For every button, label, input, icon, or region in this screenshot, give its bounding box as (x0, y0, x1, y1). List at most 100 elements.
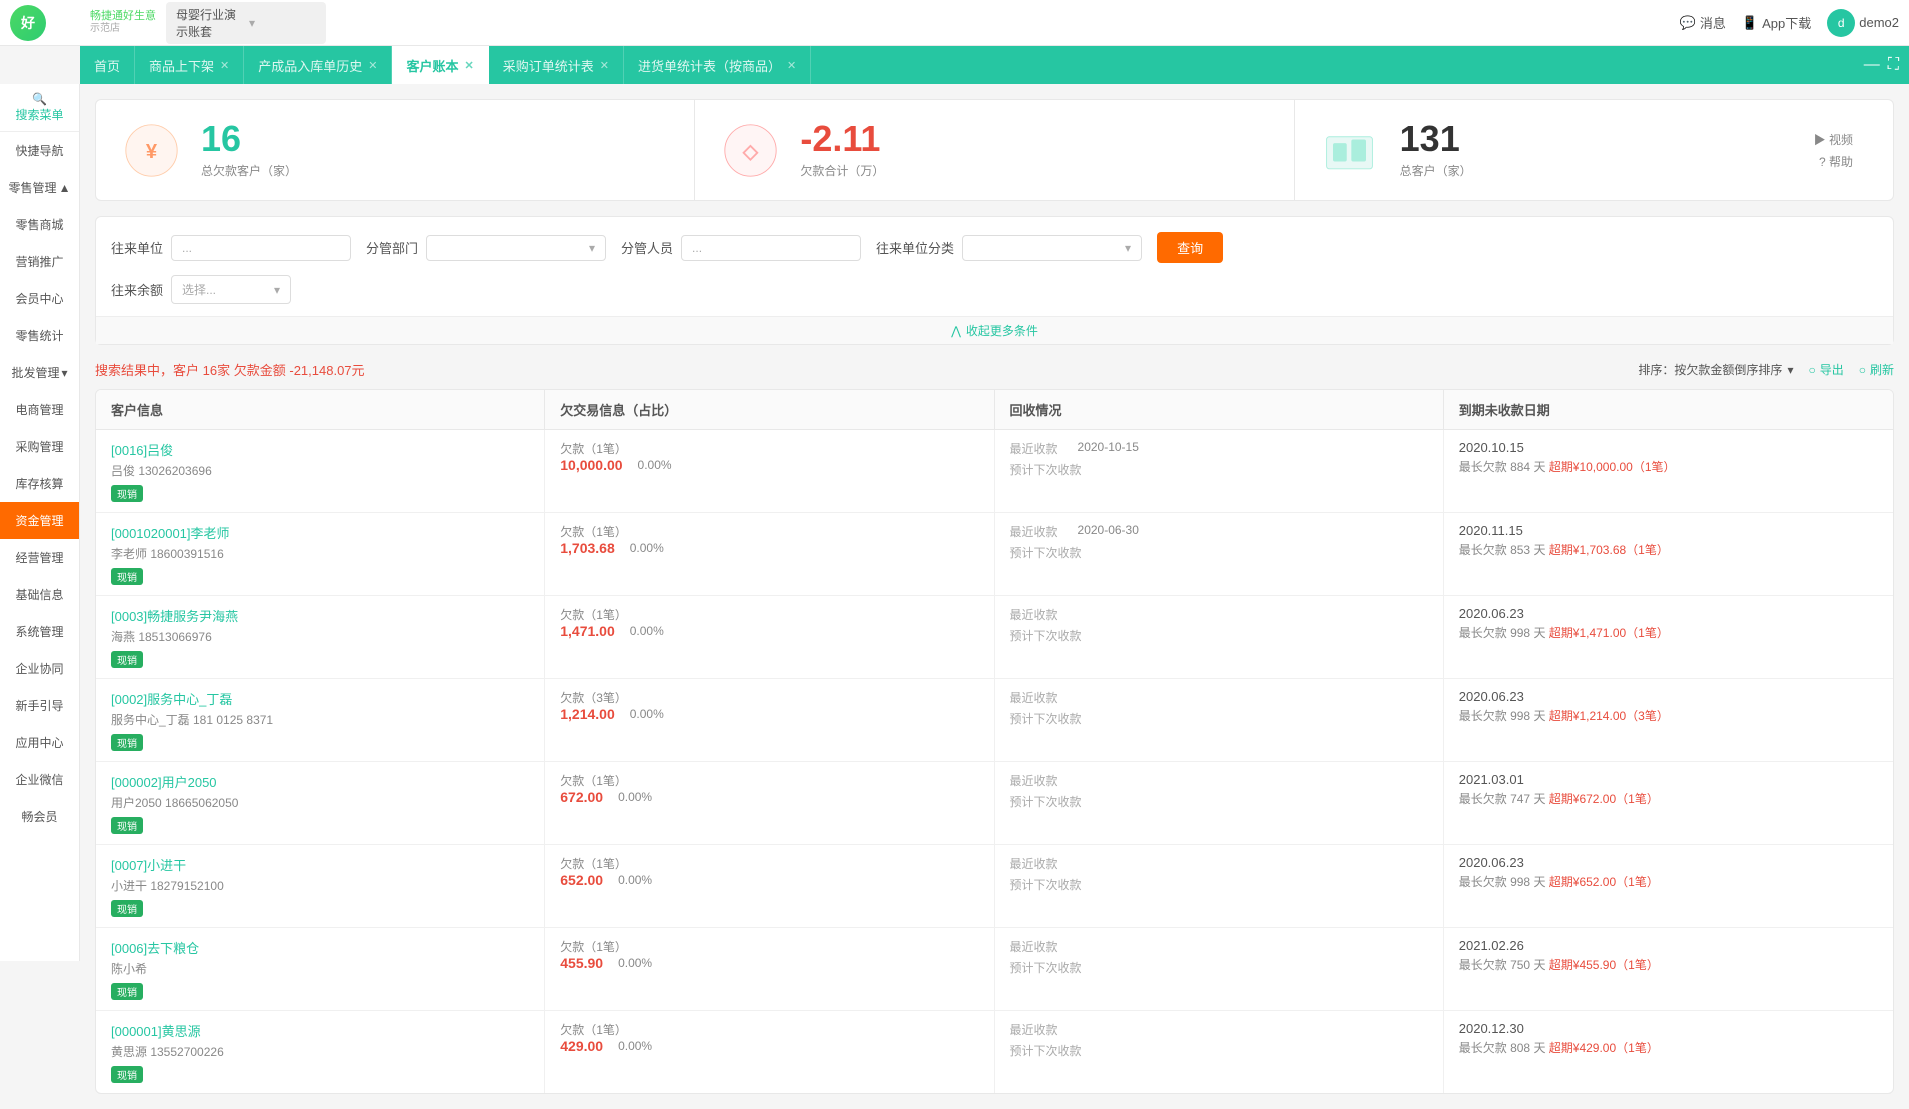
overdue-tag-1[interactable]: 超期¥1,703.68（1笔） (1549, 543, 1669, 557)
customer-contact-1: 李老师 18600391516 (111, 545, 529, 562)
table-row: [000001]黄思源 黄思源 13552700226 现销 欠款（1笔） 42… (96, 1011, 1893, 1093)
debt-percent-5: 0.00% (618, 873, 652, 887)
sidebar-item-member-center[interactable]: 会员中心 (0, 280, 79, 317)
debt-detail-5: 欠款（1笔） (560, 855, 978, 872)
results-info: 搜索结果中，客户 16家 欠款金额 -21,148.07元 (95, 360, 365, 379)
sidebar-item-purchase-mgmt[interactable]: 采购管理 (0, 428, 79, 465)
tab-collapse-icon[interactable]: — (1864, 56, 1880, 74)
tab-close-purchase-order[interactable]: ✕ (600, 59, 609, 72)
sidebar-item-batch-mgmt[interactable]: 批发管理 ▾ (0, 354, 79, 391)
message-button[interactable]: 💬 消息 (1680, 13, 1726, 32)
sidebar-item-enterprise-wechat[interactable]: 企业微信 (0, 761, 79, 798)
tab-product-history[interactable]: 产成品入库单历史 ✕ (244, 46, 392, 84)
sidebar-item-marketing[interactable]: 营销推广 (0, 243, 79, 280)
sidebar-item-system[interactable]: 系统管理 (0, 613, 79, 650)
manager-input[interactable]: ... (681, 235, 861, 261)
tab-fullscreen-icon[interactable]: ⛶ (1888, 56, 1899, 74)
refresh-button[interactable]: ○ 刷新 (1859, 361, 1894, 378)
help-btn[interactable]: ? 帮助 (1819, 153, 1853, 170)
customer-tag-6: 现销 (111, 983, 143, 1000)
balance-select[interactable]: 选择... ▾ (171, 275, 291, 304)
sidebar-item-retail-stats[interactable]: 零售统计 (0, 317, 79, 354)
customer-name-link-0[interactable]: [0016]吕俊 (111, 443, 173, 458)
sidebar-item-basic-info[interactable]: 基础信息 (0, 576, 79, 613)
debt-customers-number: 16 (201, 121, 669, 157)
customer-name-link-5[interactable]: [0007]小进干 (111, 858, 186, 873)
debt-detail-4: 欠款（1笔） (560, 772, 978, 789)
table-row: [0006]去下粮仓 陈小希 现销 欠款（1笔） 455.90 0.00% 最近… (96, 928, 1893, 1011)
search-button[interactable]: 查询 (1157, 232, 1223, 263)
overdue-tag-5[interactable]: 超期¥652.00（1笔） (1549, 875, 1659, 889)
customer-name-link-7[interactable]: [000001]黄思源 (111, 1024, 201, 1039)
debt-amount-5: 652.00 (560, 872, 603, 888)
overdue-tag-3[interactable]: 超期¥1,214.00（3笔） (1549, 709, 1669, 723)
chevron-down-icon-class: ▾ (1125, 241, 1131, 255)
main-layout: ¥ 16 总欠款客户（家） ◇ -2.11 欠款合计（万） (0, 0, 1909, 1109)
export-button[interactable]: ○ 导出 (1808, 361, 1843, 378)
sidebar-item-operations[interactable]: 经营管理 (0, 539, 79, 576)
td-due-date-5: 2020.06.23 最长欠款 998 天 超期¥652.00（1笔） (1444, 845, 1893, 927)
company-selector[interactable]: 母婴行业演示账套 ▾ (166, 2, 326, 44)
td-due-date-6: 2021.02.26 最长欠款 750 天 超期¥455.90（1笔） (1444, 928, 1893, 1010)
customer-name-link-6[interactable]: [0006]去下粮仓 (111, 941, 199, 956)
debt-detail-1: 欠款（1笔） (560, 523, 978, 540)
overdue-tag-4[interactable]: 超期¥672.00（1笔） (1549, 792, 1659, 806)
tab-bar: 首页 商品上下架 ✕ 产成品入库单历史 ✕ 客户账本 ✕ 采购订单统计表 ✕ 进… (80, 46, 1909, 84)
sidebar-item-ecommerce[interactable]: 电商管理 (0, 391, 79, 428)
search-menu-item[interactable]: 🔍 搜索菜单 (0, 84, 79, 132)
tab-close-customer-account[interactable]: ✕ (465, 59, 474, 72)
overdue-tag-6[interactable]: 超期¥455.90（1笔） (1549, 958, 1659, 972)
sidebar-item-inventory[interactable]: 库存核算 (0, 465, 79, 502)
app-download-button[interactable]: 📱 App下载 (1742, 13, 1811, 32)
filter-balance: 往来余额 选择... ▾ (111, 275, 291, 304)
view-video-btn[interactable]: ▶ 视频 (1814, 131, 1853, 148)
tab-close-purchase-stats[interactable]: ✕ (787, 59, 796, 72)
avatar-icon: d (1827, 9, 1855, 37)
sidebar-item-member-vip[interactable]: 畅会员 (0, 798, 79, 835)
tab-purchase-stats[interactable]: 进货单统计表（按商品） ✕ (624, 46, 811, 84)
customer-name-link-3[interactable]: [0002]服务中心_丁磊 (111, 692, 232, 707)
overdue-tag-2[interactable]: 超期¥1,471.00（1笔） (1549, 626, 1669, 640)
table-row: [0016]吕俊 吕俊 13026203696 现销 欠款（1笔） 10,000… (96, 430, 1893, 513)
total-customers-icon (1320, 120, 1380, 180)
overdue-tag-0[interactable]: 超期¥10,000.00（1笔） (1549, 460, 1676, 474)
sidebar-item-new-guide[interactable]: 新手引导 (0, 687, 79, 724)
debt-detail-2: 欠款（1笔） (560, 606, 978, 623)
td-debt-info-1: 欠款（1笔） 1,703.68 0.00% (545, 513, 994, 595)
sidebar-item-finance[interactable]: 资金管理 (0, 502, 79, 539)
data-table: 客户信息 欠交易信息（占比） 回收情况 到期未收款日期 [0016]吕俊 吕俊 … (95, 389, 1894, 1094)
td-due-date-4: 2021.03.01 最长欠款 747 天 超期¥672.00（1笔） (1444, 762, 1893, 844)
debt-percent-3: 0.00% (630, 707, 664, 721)
filter-source-unit: 往来单位 ... (111, 235, 351, 261)
debt-detail-0: 欠款（1笔） (560, 440, 978, 457)
sort-label: 排序：按欠款金额倒序排序 (1638, 361, 1782, 378)
chevron-down-icon: ▲ (59, 181, 71, 195)
stat-card-actions: ▶ 视频 ? 帮助 (1799, 121, 1868, 180)
sidebar-item-retail-mgmt[interactable]: 零售管理 ▲ (0, 169, 79, 206)
source-unit-input[interactable]: ... (171, 235, 351, 261)
tab-close-goods-off[interactable]: ✕ (220, 59, 229, 72)
help-icon: ? (1819, 155, 1826, 169)
tab-close-product-history[interactable]: ✕ (368, 59, 377, 72)
tab-customer-account[interactable]: 客户账本 ✕ (392, 46, 488, 84)
td-debt-info-0: 欠款（1笔） 10,000.00 0.00% (545, 430, 994, 512)
source-unit-class-select[interactable]: ▾ (962, 235, 1142, 261)
sidebar-item-retail-store[interactable]: 零售商城 (0, 206, 79, 243)
sidebar-item-enterprise-collab[interactable]: 企业协同 (0, 650, 79, 687)
customer-tag-3: 现销 (111, 734, 143, 751)
tab-goods-off[interactable]: 商品上下架 ✕ (135, 46, 244, 84)
collapse-filter-btn[interactable]: ⋀ 收起更多条件 (96, 316, 1893, 344)
table-row: [000002]用户2050 用户2050 18665062050 现销 欠款（… (96, 762, 1893, 845)
customer-name-link-2[interactable]: [0003]畅捷服务尹海燕 (111, 609, 238, 624)
user-avatar[interactable]: d demo2 (1827, 9, 1899, 37)
tab-purchase-order[interactable]: 采购订单统计表 ✕ (489, 46, 624, 84)
tab-home[interactable]: 首页 (80, 46, 135, 84)
sidebar-item-quick-nav[interactable]: 快捷导航 (0, 132, 79, 169)
sidebar-item-app-center[interactable]: 应用中心 (0, 724, 79, 761)
debt-amount-4: 672.00 (560, 789, 603, 805)
dept-select[interactable]: ▾ (426, 235, 606, 261)
overdue-tag-7[interactable]: 超期¥429.00（1笔） (1549, 1041, 1659, 1055)
customer-name-link-4[interactable]: [000002]用户2050 (111, 775, 217, 790)
customer-name-link-1[interactable]: [0001020001]李老师 (111, 526, 230, 541)
sort-selector[interactable]: 排序：按欠款金额倒序排序 ▾ (1638, 361, 1793, 378)
